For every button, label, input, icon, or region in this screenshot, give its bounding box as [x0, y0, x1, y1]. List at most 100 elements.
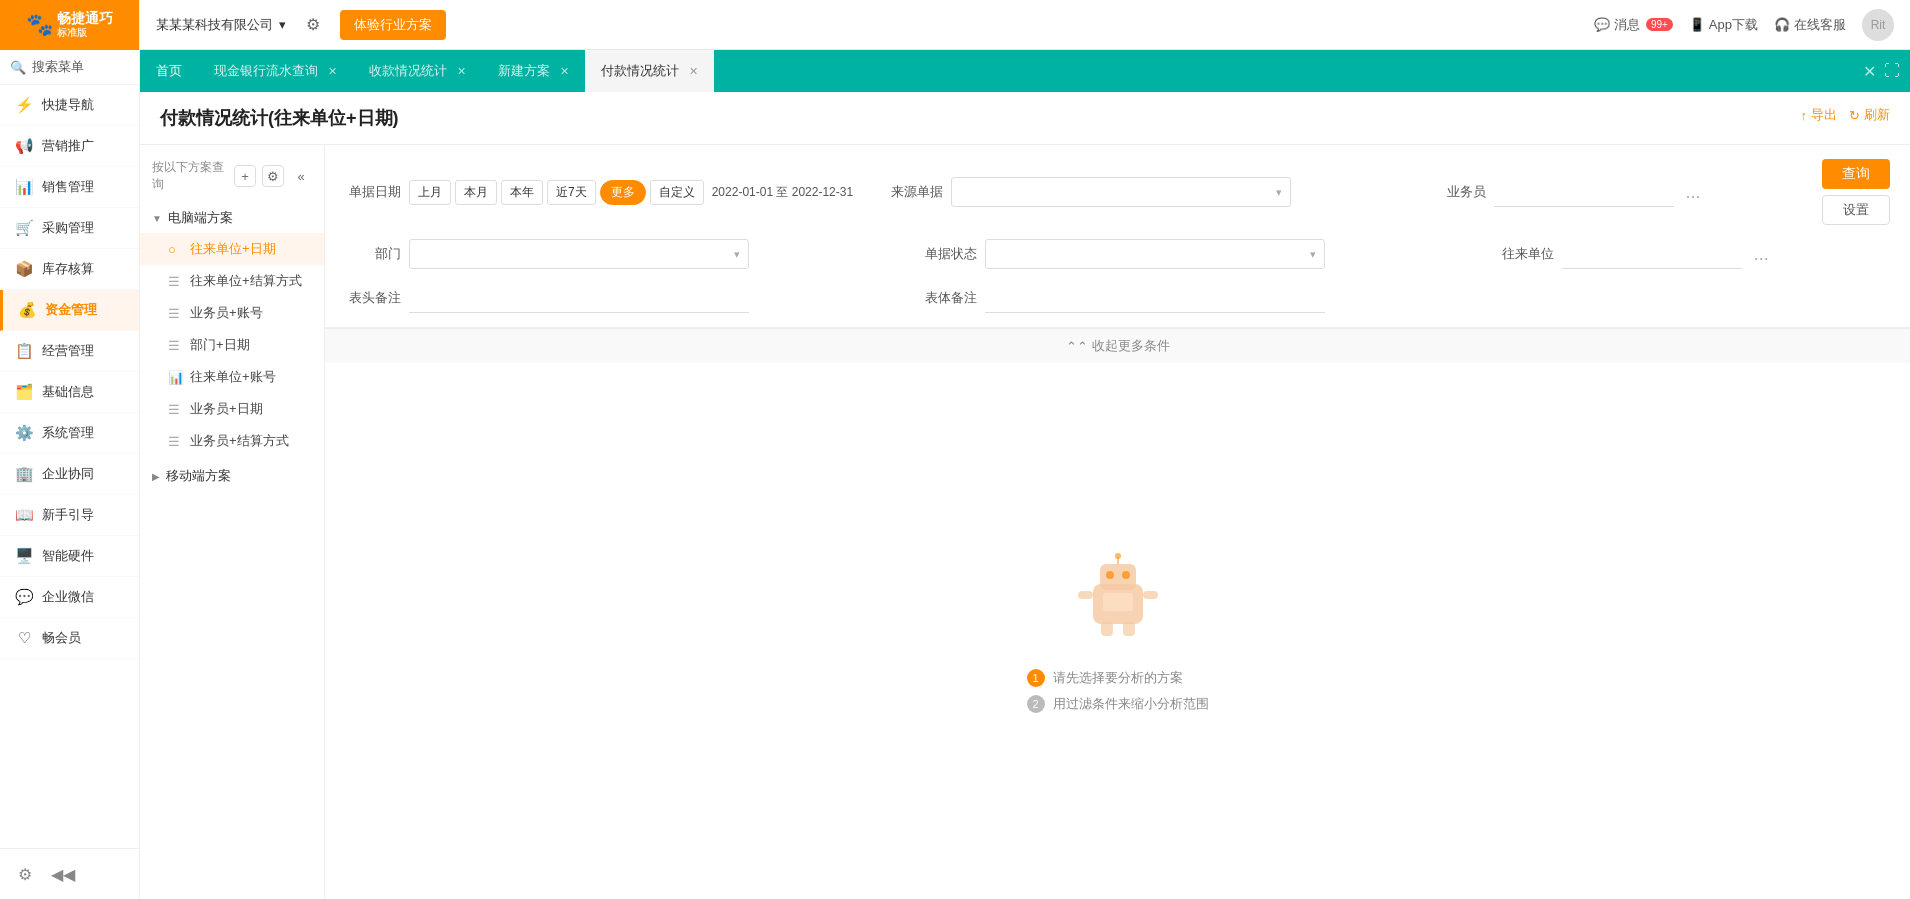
sidebar-item-operations[interactable]: 📋 经营管理	[0, 331, 139, 372]
date-btn-more[interactable]: 更多	[600, 180, 646, 205]
staff-filter-col: 业务员 ...	[1430, 177, 1798, 207]
source-select[interactable]: ▾	[951, 177, 1291, 207]
app-download-btn[interactable]: 📱 App下载	[1689, 16, 1758, 34]
tab-payment-stats[interactable]: 收款情况统计✕	[353, 50, 482, 92]
note-head-input[interactable]	[409, 283, 749, 313]
page-title: 付款情况统计(往来单位+日期)	[160, 106, 399, 144]
doc-status-select[interactable]: ▾	[985, 239, 1325, 269]
tab-bank-flow[interactable]: 现金银行流水查询✕	[198, 50, 353, 92]
mobile-icon: 📱	[1689, 17, 1705, 32]
sidebar-collapse-icon[interactable]: ◀◀	[48, 859, 78, 889]
sidebar-item-marketing[interactable]: 📢 营销推广	[0, 126, 139, 167]
sidebar-item-inventory[interactable]: 📦 库存核算	[0, 249, 139, 290]
user-avatar[interactable]: Rit	[1862, 9, 1894, 41]
svg-rect-6	[1078, 591, 1093, 599]
svg-rect-7	[1143, 591, 1158, 599]
scheme-item-icon-partner-date: ○	[168, 242, 184, 257]
scheme-group-mobile: ▶ 移动端方案	[140, 461, 324, 491]
nav-icon-finance: 💰	[17, 300, 37, 320]
app-name: 畅捷通巧	[57, 10, 113, 27]
sidebar-item-vip[interactable]: ♡ 畅会员	[0, 618, 139, 659]
sidebar-item-weixin[interactable]: 💬 企业微信	[0, 577, 139, 618]
scheme-settings-btn[interactable]: ⚙	[262, 165, 284, 187]
sidebar-item-quick-nav[interactable]: ⚡ 快捷导航	[0, 85, 139, 126]
note-body-input[interactable]	[985, 283, 1325, 313]
sidebar-item-hardware[interactable]: 🖥️ 智能硬件	[0, 536, 139, 577]
tab-close-pay-stats[interactable]: ✕	[689, 65, 698, 78]
expand-icon[interactable]: ⛶	[1884, 62, 1900, 80]
sidebar-item-purchase[interactable]: 🛒 采购管理	[0, 208, 139, 249]
refresh-label: 刷新	[1864, 106, 1890, 124]
online-service-btn[interactable]: 🎧 在线客服	[1774, 16, 1846, 34]
sidebar-search-label: 搜索菜单	[32, 58, 84, 76]
set-btn[interactable]: 设置	[1822, 195, 1890, 225]
note-head-col: 表头备注	[345, 283, 905, 313]
tab-close-new-scheme[interactable]: ✕	[560, 65, 569, 78]
date-btn-this-year[interactable]: 本年	[501, 180, 543, 205]
scheme-item-partner-account[interactable]: 📊 往来单位+账号	[140, 361, 324, 393]
partner-dots[interactable]: ...	[1754, 244, 1769, 265]
date-btn-this-month[interactable]: 本月	[455, 180, 497, 205]
content-area: 付款情况统计(往来单位+日期) ↑ 导出 ↻ 刷新 按以下方案查询 +	[140, 92, 1910, 899]
hint-num-2: 2	[1027, 695, 1045, 713]
export-btn[interactable]: ↑ 导出	[1801, 106, 1838, 124]
sidebar-item-guide[interactable]: 📖 新手引导	[0, 495, 139, 536]
topbar-settings-btn[interactable]: ⚙	[298, 10, 328, 40]
trial-btn[interactable]: 体验行业方案	[340, 10, 446, 40]
partner-input[interactable]	[1562, 239, 1742, 269]
hint-text-2: 用过滤条件来缩小分析范围	[1053, 695, 1209, 713]
sidebar-settings-icon[interactable]: ⚙	[10, 859, 40, 889]
scheme-item-partner-settle[interactable]: ☰ 往来单位+结算方式	[140, 265, 324, 297]
scheme-item-label-dept-date: 部门+日期	[190, 336, 250, 354]
nav-label-sales: 销售管理	[42, 178, 94, 196]
tab-close-payment-stats[interactable]: ✕	[457, 65, 466, 78]
staff-input[interactable]	[1494, 177, 1674, 207]
sidebar-nav: ⚡ 快捷导航 📢 营销推广 📊 销售管理 🛒 采购管理 📦 库存核算 💰 资金管…	[0, 85, 139, 659]
scheme-item-dept-date[interactable]: ☰ 部门+日期	[140, 329, 324, 361]
staff-dots[interactable]: ...	[1686, 182, 1701, 203]
scheme-item-staff-date[interactable]: ☰ 业务员+日期	[140, 393, 324, 425]
sidebar-item-enterprise[interactable]: 🏢 企业协同	[0, 454, 139, 495]
collapse-btn[interactable]: ⌃⌃ 收起更多条件	[325, 328, 1910, 363]
scheme-panel-header: 按以下方案查询 + ⚙ «	[140, 153, 324, 199]
close-all-icon[interactable]: ✕	[1863, 62, 1876, 81]
date-btn-last-month[interactable]: 上月	[409, 180, 451, 205]
topbar-right: 💬 消息 99+ 📱 App下载 🎧 在线客服 Rit	[1594, 9, 1894, 41]
date-label: 单据日期	[345, 183, 401, 201]
sidebar-item-basic-info[interactable]: 🗂️ 基础信息	[0, 372, 139, 413]
message-badge: 99+	[1646, 18, 1673, 31]
query-btn[interactable]: 查询	[1822, 159, 1890, 189]
scheme-group-title-desktop[interactable]: ▼ 电脑端方案	[140, 203, 324, 233]
date-btn-custom[interactable]: 自定义	[650, 180, 704, 205]
filter-row-2: 部门 ▾ 单据状态 ▾	[345, 239, 1890, 269]
date-btn-7days[interactable]: 近7天	[547, 180, 596, 205]
scheme-item-staff-account[interactable]: ☰ 业务员+账号	[140, 297, 324, 329]
search-icon: 🔍	[10, 60, 26, 75]
tab-pay-stats[interactable]: 付款情况统计✕	[585, 50, 714, 92]
scheme-collapse-btn[interactable]: «	[290, 165, 312, 187]
tabbar-right: ✕ ⛶	[1863, 50, 1910, 92]
message-btn[interactable]: 💬 消息 99+	[1594, 16, 1673, 34]
scheme-item-staff-settle[interactable]: ☰ 业务员+结算方式	[140, 425, 324, 457]
source-filter-col: 来源单据 ▾	[887, 177, 1413, 207]
nav-label-enterprise: 企业协同	[42, 465, 94, 483]
sidebar-item-system[interactable]: ⚙️ 系统管理	[0, 413, 139, 454]
scheme-item-partner-date[interactable]: ○ 往来单位+日期	[140, 233, 324, 265]
sidebar-item-sales[interactable]: 📊 销售管理	[0, 167, 139, 208]
tab-home[interactable]: 首页	[140, 50, 198, 92]
scheme-add-btn[interactable]: +	[234, 165, 256, 187]
company-selector[interactable]: 某某某科技有限公司 ▾	[156, 16, 286, 34]
sidebar-search-item[interactable]: 🔍 搜索菜单	[0, 50, 139, 85]
tab-close-bank-flow[interactable]: ✕	[328, 65, 337, 78]
sidebar-item-finance[interactable]: 💰 资金管理	[0, 290, 139, 331]
dept-select-arrow: ▾	[734, 248, 740, 261]
nav-icon-hardware: 🖥️	[14, 546, 34, 566]
svg-rect-9	[1123, 622, 1135, 636]
doc-status-label: 单据状态	[921, 245, 977, 263]
dept-select[interactable]: ▾	[409, 239, 749, 269]
scheme-item-icon-dept-date: ☰	[168, 338, 184, 353]
scheme-group-title-mobile[interactable]: ▶ 移动端方案	[140, 461, 324, 491]
refresh-btn[interactable]: ↻ 刷新	[1849, 106, 1890, 124]
nav-icon-guide: 📖	[14, 505, 34, 525]
tab-new-scheme[interactable]: 新建方案✕	[482, 50, 585, 92]
